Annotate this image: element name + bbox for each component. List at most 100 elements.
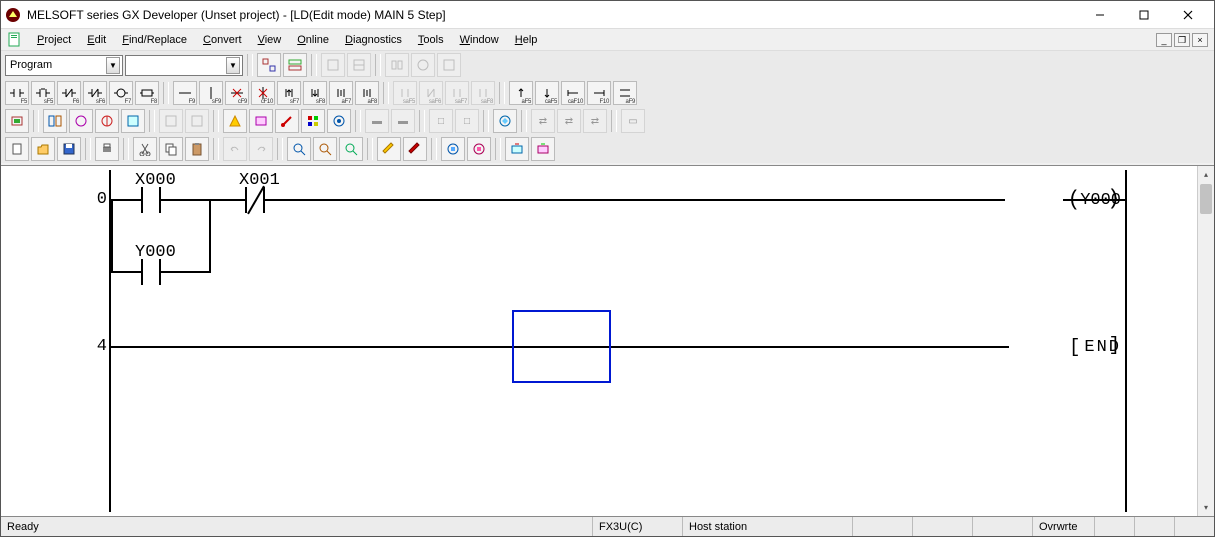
tool-r3-8[interactable]	[223, 109, 247, 133]
tool-undo[interactable]	[223, 137, 247, 161]
tool-r3-3[interactable]	[69, 109, 93, 133]
close-button[interactable]	[1166, 2, 1210, 28]
tool-net-b[interactable]	[411, 53, 435, 77]
menu-convert[interactable]: Convert	[195, 32, 250, 48]
tool-saf5[interactable]: saF5	[393, 81, 417, 105]
tool-r3-15[interactable]: □	[429, 109, 453, 133]
tool-falling[interactable]: sF8	[303, 81, 327, 105]
tool-r3-20[interactable]: ⇄	[583, 109, 607, 133]
tool-r3-14[interactable]: ▬	[391, 109, 415, 133]
tool-caf10[interactable]: caF10	[561, 81, 585, 105]
maximize-button[interactable]	[1122, 2, 1166, 28]
tool-net-a[interactable]	[385, 53, 409, 77]
menu-diag[interactable]: Diagnostics	[337, 32, 410, 48]
toolbar-row-1: Program▼ ▼	[1, 51, 1214, 79]
tool-redo[interactable]	[249, 137, 273, 161]
tool-caf5[interactable]: caF5	[535, 81, 559, 105]
tool-r3-12[interactable]	[327, 109, 351, 133]
status-empty-6	[1174, 517, 1214, 536]
tool-r3-16[interactable]: □	[455, 109, 479, 133]
tool-convert-1[interactable]	[377, 137, 401, 161]
ladder-editor[interactable]: 0 X000 X001 (Y000 ) Y000 4 [END ]	[1, 166, 1214, 516]
tool-r3-2[interactable]	[43, 109, 67, 133]
scroll-up-icon[interactable]: ▴	[1198, 166, 1214, 183]
step-number: 0	[97, 190, 107, 209]
tool-monitor-1[interactable]	[441, 137, 465, 161]
tool-convert-2[interactable]	[403, 137, 427, 161]
tool-r3-1[interactable]	[5, 109, 29, 133]
tool-r3-10[interactable]	[275, 109, 299, 133]
menu-view[interactable]: View	[250, 32, 290, 48]
tool-r3-21[interactable]: ▭	[621, 109, 645, 133]
tool-vline[interactable]: sF9	[199, 81, 223, 105]
tool-find-3[interactable]	[339, 137, 363, 161]
tool-falling-p[interactable]: aF8	[355, 81, 379, 105]
tool-af9[interactable]: aF9	[613, 81, 637, 105]
tool-tree-a[interactable]	[321, 53, 345, 77]
tool-saf7[interactable]: saF7	[445, 81, 469, 105]
status-ready: Ready	[1, 517, 592, 536]
tool-coil[interactable]: F7	[109, 81, 133, 105]
tool-find-2[interactable]	[313, 137, 337, 161]
status-empty-5	[1134, 517, 1174, 536]
tool-view-a[interactable]	[257, 53, 281, 77]
menu-project[interactable]: Project	[29, 32, 79, 48]
tool-saf6[interactable]: saF6	[419, 81, 443, 105]
tool-cut[interactable]	[133, 137, 157, 161]
tool-r3-13[interactable]: ▬	[365, 109, 389, 133]
tool-open[interactable]	[31, 137, 55, 161]
tool-print[interactable]	[95, 137, 119, 161]
tool-saf8[interactable]: saF8	[471, 81, 495, 105]
tool-copy[interactable]	[159, 137, 183, 161]
menu-edit[interactable]: Edit	[79, 32, 114, 48]
tool-contact-nc[interactable]: F6	[57, 81, 81, 105]
mdi-close-icon[interactable]: ×	[1192, 33, 1208, 47]
tool-del-hline[interactable]: cF9	[225, 81, 249, 105]
menu-online[interactable]: Online	[289, 32, 337, 48]
tool-r3-6[interactable]	[159, 109, 183, 133]
tool-find-1[interactable]	[287, 137, 311, 161]
menu-find[interactable]: Find/Replace	[114, 32, 195, 48]
tool-rising-p[interactable]: aF7	[329, 81, 353, 105]
tool-r3-17[interactable]	[493, 109, 517, 133]
tool-monitor-2[interactable]	[467, 137, 491, 161]
mdi-minimize-icon[interactable]: _	[1156, 33, 1172, 47]
tool-r3-4[interactable]	[95, 109, 119, 133]
device-combo[interactable]: ▼	[125, 55, 243, 76]
tool-view-b[interactable]	[283, 53, 307, 77]
tool-r3-9[interactable]	[249, 109, 273, 133]
tool-contact-no-p[interactable]: sF5	[31, 81, 55, 105]
tool-rising[interactable]: sF7	[277, 81, 301, 105]
tool-r3-5[interactable]	[121, 109, 145, 133]
tool-xfer-2[interactable]	[531, 137, 555, 161]
vertical-scrollbar[interactable]: ▴ ▾	[1197, 166, 1214, 516]
tool-paste[interactable]	[185, 137, 209, 161]
tool-save[interactable]	[57, 137, 81, 161]
tool-r3-18[interactable]: ⇄	[531, 109, 555, 133]
step-number: 4	[97, 337, 107, 356]
tool-contact-no[interactable]: F5	[5, 81, 29, 105]
tool-r3-11[interactable]	[301, 109, 325, 133]
program-mode-combo[interactable]: Program▼	[5, 55, 123, 76]
tool-contact-nc-p[interactable]: sF6	[83, 81, 107, 105]
edit-cursor[interactable]	[512, 310, 611, 383]
tool-hline[interactable]: F9	[173, 81, 197, 105]
tool-f10[interactable]: F10	[587, 81, 611, 105]
tool-tree-b[interactable]	[347, 53, 371, 77]
scroll-down-icon[interactable]: ▾	[1198, 499, 1214, 516]
tool-instr[interactable]: F8	[135, 81, 159, 105]
menu-tools[interactable]: Tools	[410, 32, 452, 48]
tool-r3-7[interactable]	[185, 109, 209, 133]
tool-net-c[interactable]	[437, 53, 461, 77]
tool-new[interactable]	[5, 137, 29, 161]
tool-af5[interactable]: aF5	[509, 81, 533, 105]
statusbar: Ready FX3U(C) Host station Ovrwrte	[1, 516, 1214, 536]
tool-r3-19[interactable]: ⇄	[557, 109, 581, 133]
minimize-button[interactable]	[1078, 2, 1122, 28]
menu-help[interactable]: Help	[507, 32, 546, 48]
tool-xfer-1[interactable]	[505, 137, 529, 161]
mdi-restore-icon[interactable]: ❐	[1174, 33, 1190, 47]
scroll-thumb[interactable]	[1200, 184, 1212, 214]
tool-del-vline[interactable]: cF10	[251, 81, 275, 105]
menu-window[interactable]: Window	[452, 32, 507, 48]
